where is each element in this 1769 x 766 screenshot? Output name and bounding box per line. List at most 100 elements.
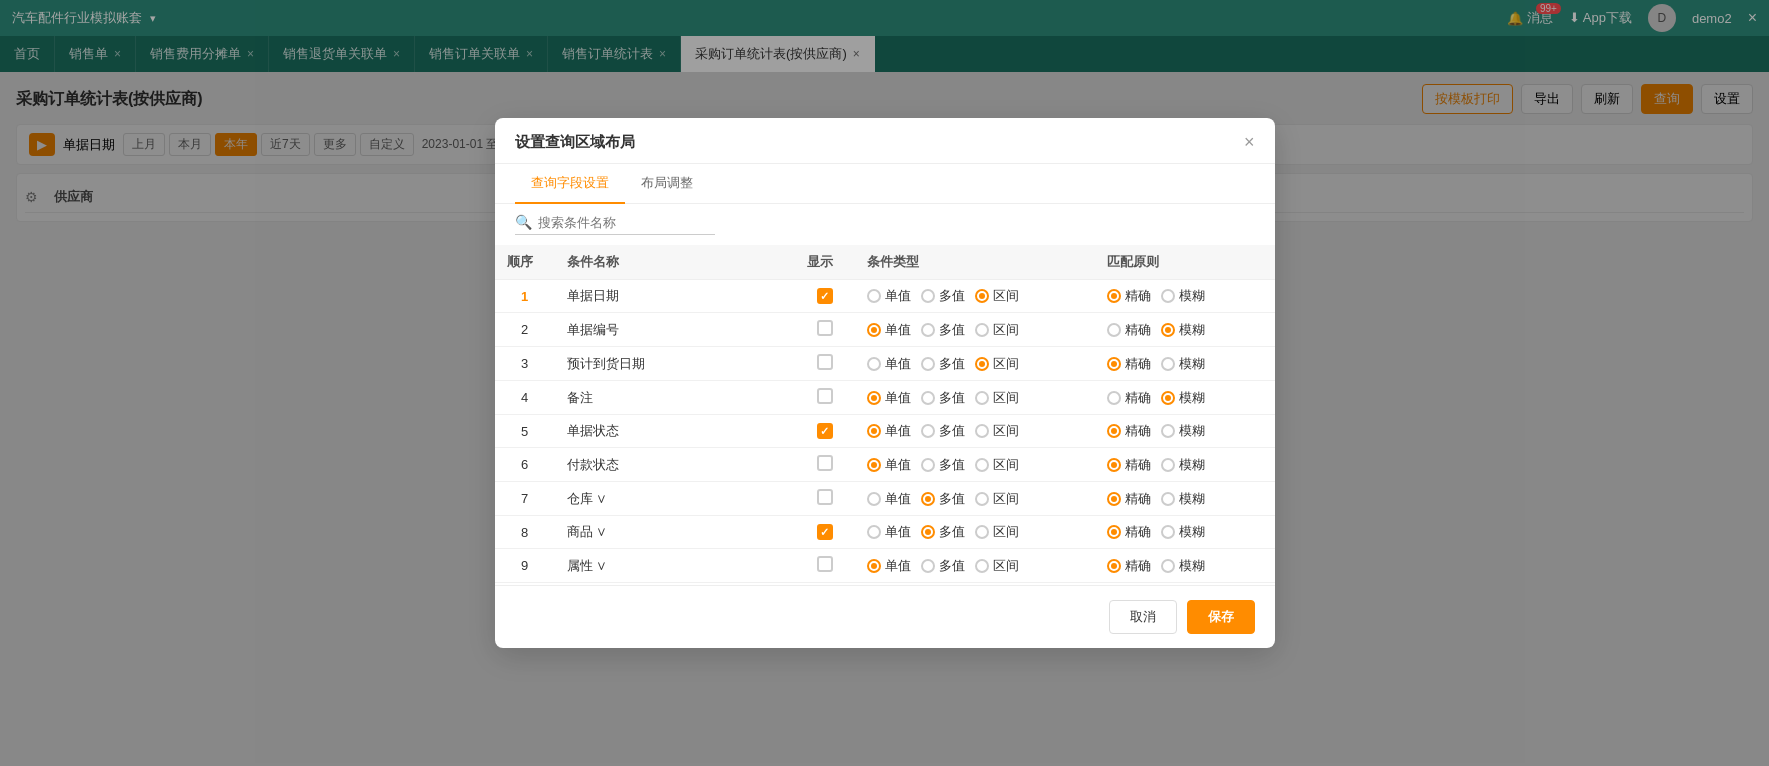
checkbox[interactable] <box>817 455 833 471</box>
radio-type-区间[interactable]: 区间 <box>975 355 1019 373</box>
radio-type-区间[interactable]: 区间 <box>975 456 1019 474</box>
dialog-tab-layout[interactable]: 布局调整 <box>625 164 709 204</box>
radio-circle <box>921 559 935 573</box>
row-display-checkbox[interactable] <box>795 482 855 516</box>
radio-circle <box>1161 424 1175 438</box>
radio-match-模糊[interactable]: 模糊 <box>1161 355 1205 373</box>
radio-type-区间[interactable]: 区间 <box>975 557 1019 575</box>
radio-type-单值[interactable]: 单值 <box>867 557 911 575</box>
radio-circle <box>921 289 935 303</box>
save-button[interactable]: 保存 <box>1187 600 1255 634</box>
row-order: 7 <box>495 482 555 516</box>
row-type: 单值多值区间 <box>855 448 1095 482</box>
row-display-checkbox[interactable] <box>795 347 855 381</box>
row-display-checkbox[interactable] <box>795 381 855 415</box>
dialog-tab-query[interactable]: 查询字段设置 <box>515 164 625 204</box>
checkbox[interactable] <box>817 320 833 336</box>
radio-circle <box>1107 525 1121 539</box>
radio-type-多值[interactable]: 多值 <box>921 557 965 575</box>
radio-type-单值[interactable]: 单值 <box>867 490 911 508</box>
radio-type-单值[interactable]: 单值 <box>867 321 911 339</box>
radio-match-模糊[interactable]: 模糊 <box>1161 523 1205 541</box>
radio-match-模糊[interactable]: 模糊 <box>1161 422 1205 440</box>
radio-match-精确[interactable]: 精确 <box>1107 321 1151 339</box>
row-display-checkbox[interactable] <box>795 313 855 347</box>
radio-type-区间[interactable]: 区间 <box>975 287 1019 305</box>
radio-type-单值[interactable]: 单值 <box>867 523 911 541</box>
radio-circle <box>975 525 989 539</box>
checkbox[interactable] <box>817 556 833 572</box>
row-match: 精确模糊 <box>1095 280 1275 313</box>
radio-match-模糊[interactable]: 模糊 <box>1161 490 1205 508</box>
radio-circle <box>1107 492 1121 506</box>
row-display-checkbox[interactable] <box>795 280 855 313</box>
row-name: 预计到货日期 <box>555 347 795 381</box>
search-icon: 🔍 <box>515 214 532 230</box>
conditions-table: 顺序 条件名称 显示 条件类型 匹配原则 1单据日期单值多值区间精确模糊2单据编… <box>495 245 1275 585</box>
radio-type-区间[interactable]: 区间 <box>975 523 1019 541</box>
radio-type-多值[interactable]: 多值 <box>921 456 965 474</box>
radio-type-区间[interactable]: 区间 <box>975 490 1019 508</box>
row-order: 4 <box>495 381 555 415</box>
radio-circle <box>975 357 989 371</box>
radio-type-单值[interactable]: 单值 <box>867 456 911 474</box>
radio-match-模糊[interactable]: 模糊 <box>1161 456 1205 474</box>
radio-circle <box>975 289 989 303</box>
checkbox[interactable] <box>817 524 833 540</box>
radio-circle <box>921 492 935 506</box>
radio-match-精确[interactable]: 精确 <box>1107 456 1151 474</box>
radio-type-单值[interactable]: 单值 <box>867 355 911 373</box>
radio-type-多值[interactable]: 多值 <box>921 422 965 440</box>
radio-circle <box>867 458 881 472</box>
radio-type-单值[interactable]: 单值 <box>867 422 911 440</box>
radio-match-模糊[interactable]: 模糊 <box>1161 389 1205 407</box>
dialog-close-btn[interactable]: × <box>1244 132 1255 153</box>
radio-type-多值[interactable]: 多值 <box>921 287 965 305</box>
row-display-checkbox[interactable] <box>795 549 855 583</box>
radio-type-单值[interactable]: 单值 <box>867 389 911 407</box>
radio-type-区间[interactable]: 区间 <box>975 389 1019 407</box>
checkbox[interactable] <box>817 423 833 439</box>
row-display-checkbox[interactable] <box>795 448 855 482</box>
search-bar: 🔍 <box>495 204 1275 245</box>
radio-type-区间[interactable]: 区间 <box>975 321 1019 339</box>
radio-type-区间[interactable]: 区间 <box>975 422 1019 440</box>
cancel-button[interactable]: 取消 <box>1109 600 1177 634</box>
row-match: 精确模糊 <box>1095 549 1275 583</box>
checkbox[interactable] <box>817 489 833 505</box>
radio-match-模糊[interactable]: 模糊 <box>1161 321 1205 339</box>
radio-type-多值[interactable]: 多值 <box>921 355 965 373</box>
radio-match-精确[interactable]: 精确 <box>1107 557 1151 575</box>
radio-type-多值[interactable]: 多值 <box>921 321 965 339</box>
row-name: 仓库 ∨ <box>555 482 795 516</box>
radio-match-精确[interactable]: 精确 <box>1107 422 1151 440</box>
radio-type-多值[interactable]: 多值 <box>921 490 965 508</box>
radio-type-多值[interactable]: 多值 <box>921 523 965 541</box>
table-row: 6付款状态单值多值区间精确模糊 <box>495 448 1275 482</box>
radio-match-精确[interactable]: 精确 <box>1107 523 1151 541</box>
search-input[interactable] <box>538 215 698 230</box>
row-match: 精确模糊 <box>1095 381 1275 415</box>
radio-match-模糊[interactable]: 模糊 <box>1161 557 1205 575</box>
radio-match-精确[interactable]: 精确 <box>1107 287 1151 305</box>
row-name: 付款状态 <box>555 448 795 482</box>
radio-circle <box>867 289 881 303</box>
radio-match-精确[interactable]: 精确 <box>1107 389 1151 407</box>
col-name: 条件名称 <box>555 245 795 280</box>
radio-match-模糊[interactable]: 模糊 <box>1161 287 1205 305</box>
row-display-checkbox[interactable] <box>795 516 855 549</box>
row-display-checkbox[interactable] <box>795 415 855 448</box>
checkbox[interactable] <box>817 354 833 370</box>
radio-circle <box>921 323 935 337</box>
row-match: 精确模糊 <box>1095 516 1275 549</box>
checkbox[interactable] <box>817 288 833 304</box>
row-order: 1 <box>495 280 555 313</box>
radio-circle <box>867 357 881 371</box>
radio-match-精确[interactable]: 精确 <box>1107 490 1151 508</box>
radio-match-精确[interactable]: 精确 <box>1107 355 1151 373</box>
radio-type-多值[interactable]: 多值 <box>921 389 965 407</box>
checkbox[interactable] <box>817 388 833 404</box>
dialog-header: 设置查询区域布局 × <box>495 118 1275 164</box>
radio-type-单值[interactable]: 单值 <box>867 287 911 305</box>
row-type: 单值多值区间 <box>855 280 1095 313</box>
